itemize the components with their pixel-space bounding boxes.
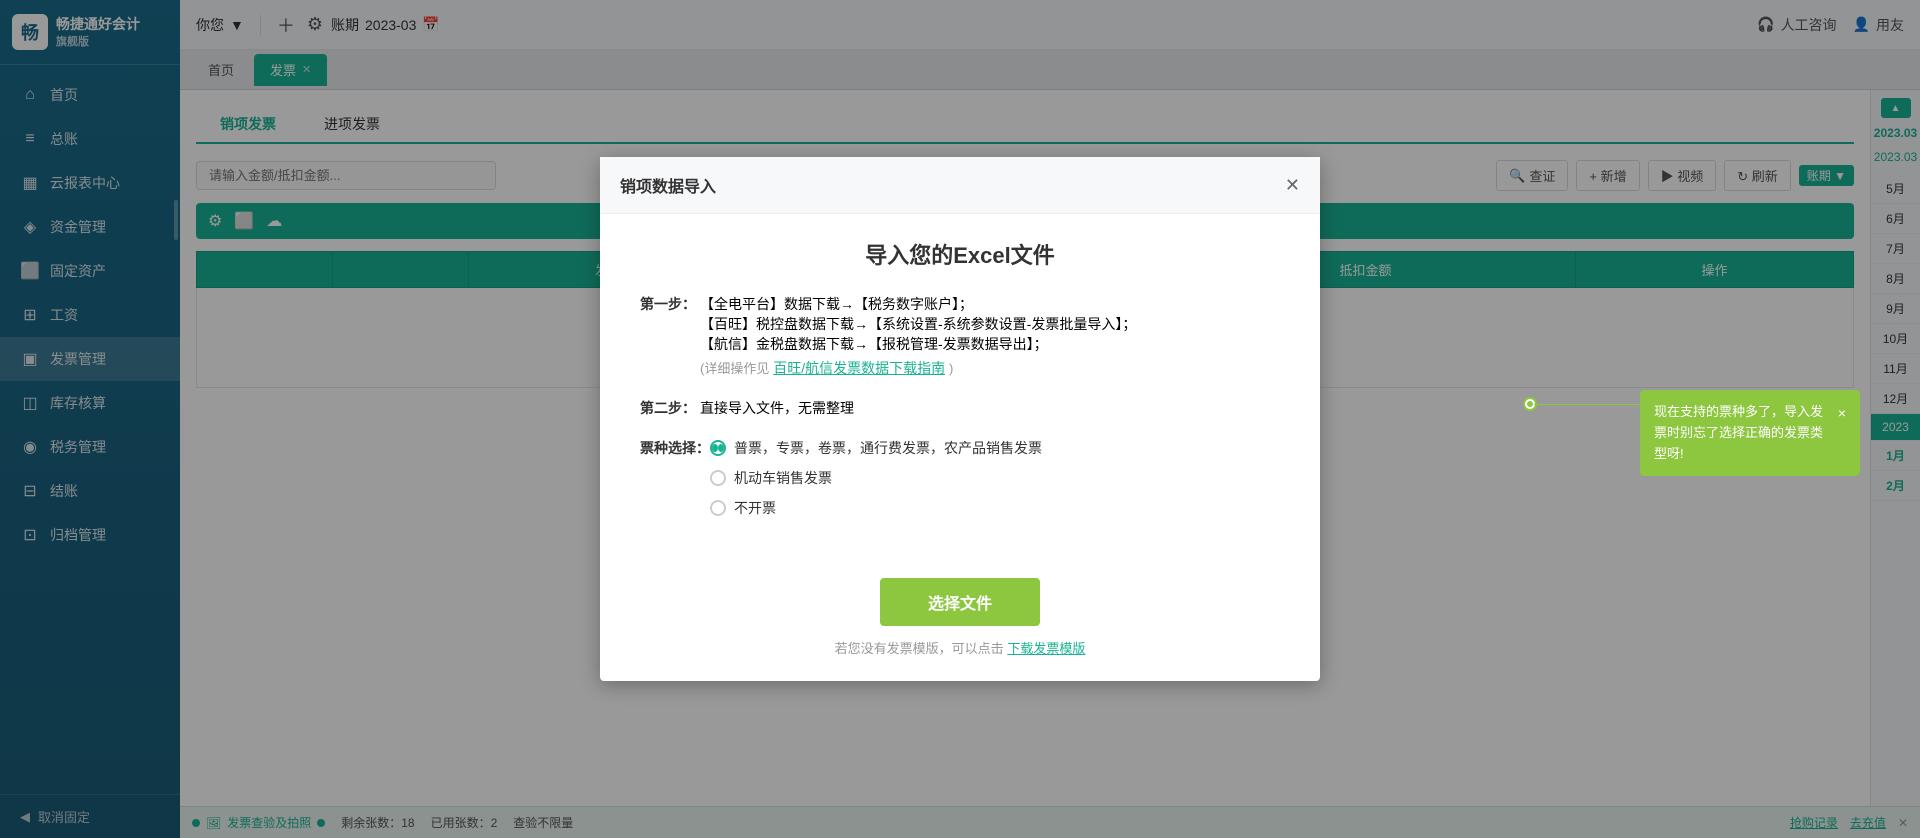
download-template-link[interactable]: 下载发票模版 [1007, 641, 1085, 656]
modal-footer: 选择文件 若您没有发票模版，可以点击 下载发票模版 [600, 562, 1320, 681]
step2-label: 第二步： [640, 398, 700, 418]
modal-close-btn[interactable]: ✕ [1285, 175, 1300, 196]
step1-label: 第一步： [640, 294, 700, 378]
step2-row: 第二步： 直接导入文件，无需整理 [640, 398, 1280, 418]
tooltip-bubble: × 现在支持的票种多了，导入发票时别忘了选择正确的发票类型呀! [1640, 390, 1860, 476]
step1-line2: 【百旺】税控盘数据下载→【系统设置-系统参数设置-发票批量导入】； [700, 314, 1136, 334]
step1: 第一步： 【全电平台】数据下载→【税务数字账户】； 【百旺】税控盘数据下载→【系… [640, 294, 1280, 378]
step1-link: (详细操作见 百旺/航信发票数据下载指南 ) [700, 358, 1136, 378]
modal-body: 导入您的Excel文件 第一步： 【全电平台】数据下载→【税务数字账户】； 【百… [600, 214, 1320, 562]
step1-line3: 【航信】金税盘数据下载→【报税管理-发票数据导出】； [700, 334, 1136, 354]
radio-label-0: 普票，专票，卷票，通行费发票，农产品销售发票 [734, 438, 1042, 458]
select-file-btn[interactable]: 选择文件 [880, 578, 1040, 626]
step1-content: 【全电平台】数据下载→【税务数字账户】； 【百旺】税控盘数据下载→【系统设置-系… [700, 294, 1136, 378]
radio-label-1: 机动车销售发票 [734, 468, 832, 488]
step2: 第二步： 直接导入文件，无需整理 [640, 398, 1280, 418]
tooltip-close-btn[interactable]: × [1838, 402, 1846, 424]
modal-main-title: 导入您的Excel文件 [640, 238, 1280, 270]
radio-circle-2 [710, 500, 726, 516]
step1-row: 第一步： 【全电平台】数据下载→【税务数字账户】； 【百旺】税控盘数据下载→【系… [640, 294, 1280, 378]
download-hint-text: 若您没有发票模版，可以点击 [835, 641, 1004, 656]
radio-option-0[interactable]: 普票，专票，卷票，通行费发票，农产品销售发票 [710, 438, 1042, 458]
modal-title: 销项数据导入 [620, 173, 716, 197]
radio-option-2[interactable]: 不开票 [710, 498, 1042, 518]
radio-circle-1 [710, 470, 726, 486]
ticket-select-label: 票种选择： [640, 438, 710, 458]
radio-option-1[interactable]: 机动车销售发票 [710, 468, 1042, 488]
modal-header: 销项数据导入 ✕ [600, 157, 1320, 214]
radio-label-2: 不开票 [734, 498, 776, 518]
ticket-select: 票种选择： 普票，专票，卷票，通行费发票，农产品销售发票 机动车销售发票 [640, 438, 1280, 518]
step1-line1: 【全电平台】数据下载→【税务数字账户】； [700, 294, 1136, 314]
guide-link[interactable]: 百旺/航信发票数据下载指南 [773, 360, 945, 376]
radio-circle-0 [710, 440, 726, 456]
download-hint: 若您没有发票模版，可以点击 下载发票模版 [835, 638, 1086, 657]
ticket-label-row: 票种选择： 普票，专票，卷票，通行费发票，农产品销售发票 机动车销售发票 [640, 438, 1280, 518]
import-modal: 销项数据导入 ✕ 导入您的Excel文件 第一步： 【全电平台】数据下载→【税务… [600, 157, 1320, 681]
radio-group: 普票，专票，卷票，通行费发票，农产品销售发票 机动车销售发票 不开票 [710, 438, 1042, 518]
step2-content: 直接导入文件，无需整理 [700, 398, 854, 418]
tooltip-connector-line [1534, 404, 1702, 405]
tooltip-text: 现在支持的票种多了，导入发票时别忘了选择正确的发票类型呀! [1654, 404, 1823, 461]
modal-overlay: 销项数据导入 ✕ 导入您的Excel文件 第一步： 【全电平台】数据下载→【税务… [0, 0, 1920, 838]
